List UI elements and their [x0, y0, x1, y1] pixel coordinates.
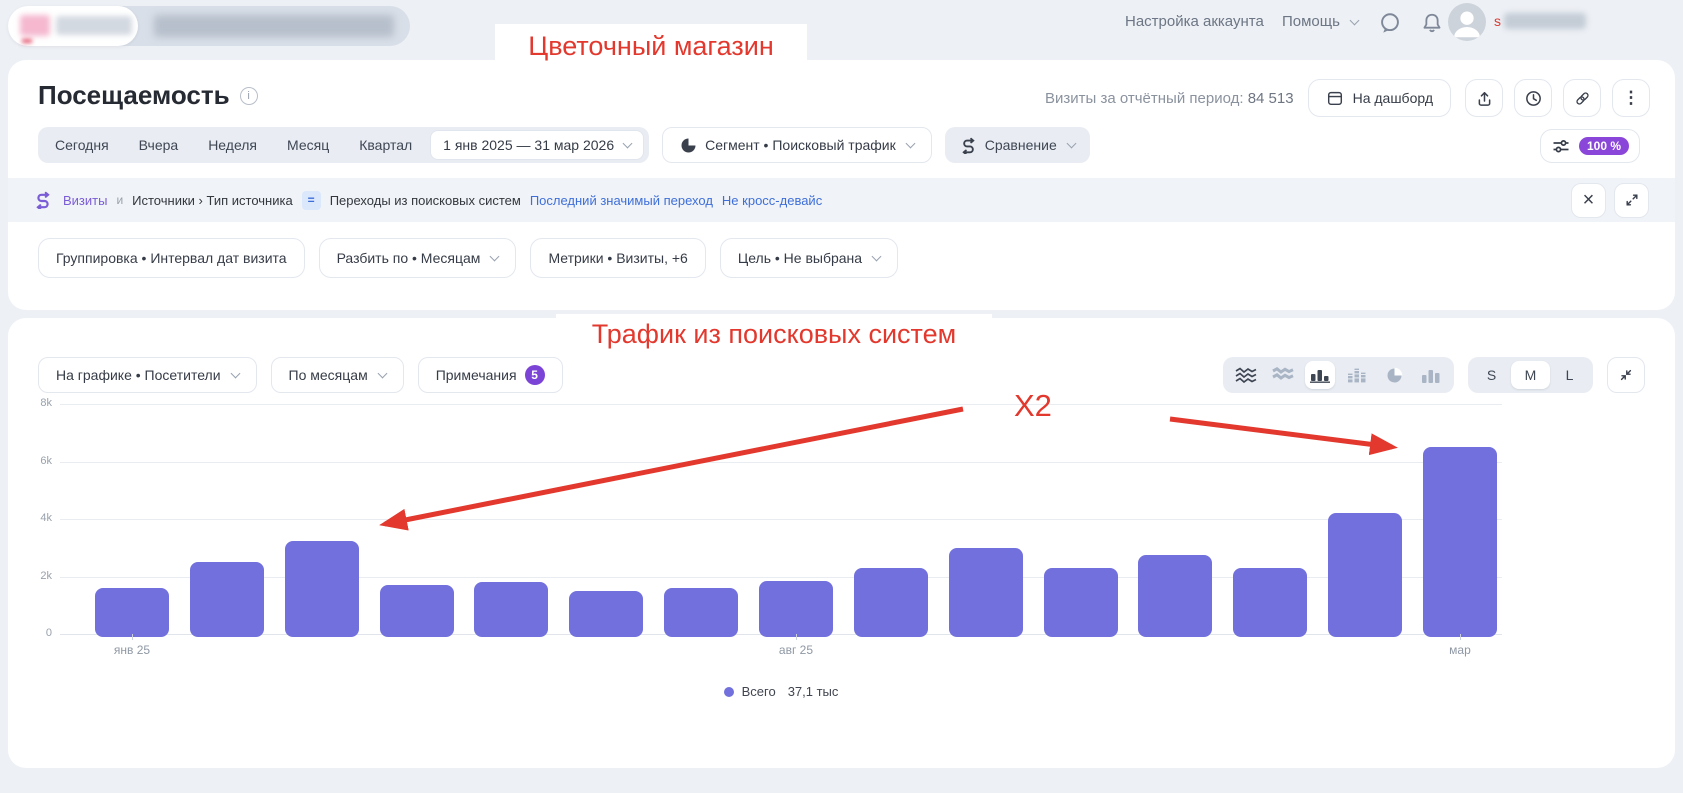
chart-bar-сен 25[interactable] [853, 567, 928, 637]
chart-bar-ноя 25[interactable] [1043, 567, 1118, 637]
y-axis-label: 6k [40, 454, 52, 467]
x-axis-label: мар [1449, 643, 1471, 657]
chart-bar-дек 25[interactable] [1138, 554, 1213, 637]
x-axis-tick [132, 634, 133, 640]
annotation-x2-label: X2 [1014, 388, 1052, 423]
chart-bar-апр 25[interactable] [379, 585, 454, 637]
legend-color-dot [723, 686, 734, 697]
gridline [60, 404, 1502, 405]
chart-bar-янв 26[interactable] [1233, 567, 1308, 637]
annotation-chart-title: Трафик из поисковых систем [556, 314, 992, 354]
y-axis-label: 0 [45, 627, 52, 639]
chart-bar-май 25[interactable] [474, 582, 549, 637]
chart-bar-окт 25[interactable] [948, 547, 1023, 637]
legend-label: Всего [741, 684, 776, 699]
chart-bar-мар 25[interactable] [284, 540, 359, 637]
chart-bar-янв 25[interactable] [95, 588, 169, 637]
x-axis-tick [795, 634, 797, 640]
gridline [60, 461, 1502, 463]
chart-legend: Всего 37,1 тыс [60, 684, 1502, 699]
chart-bar-июл 25[interactable] [664, 588, 739, 637]
y-axis-label: 2k [40, 569, 52, 582]
chart-bar-июн 25[interactable] [569, 590, 644, 637]
bar-chart: 8k 6k 4k 2k 0 янв 25 авг 25 мар [0, 0, 1683, 793]
x-axis-tick [1459, 634, 1461, 640]
chart-bar-мар 26[interactable] [1422, 447, 1497, 637]
chart-bar-авг 25[interactable] [758, 580, 833, 637]
chart-bar-фев 26[interactable] [1328, 513, 1403, 637]
gridline [60, 519, 1502, 520]
x-axis-label: авг 25 [778, 643, 814, 657]
x-axis-label: янв 25 [113, 643, 151, 657]
annotation-shop-title: Цветочный магазин [495, 24, 807, 68]
y-axis-label: 4k [40, 512, 52, 524]
legend-value: 37,1 тыс [787, 684, 839, 699]
chart-bar-фев 25[interactable] [189, 562, 264, 637]
y-axis-label: 8k [40, 397, 52, 409]
